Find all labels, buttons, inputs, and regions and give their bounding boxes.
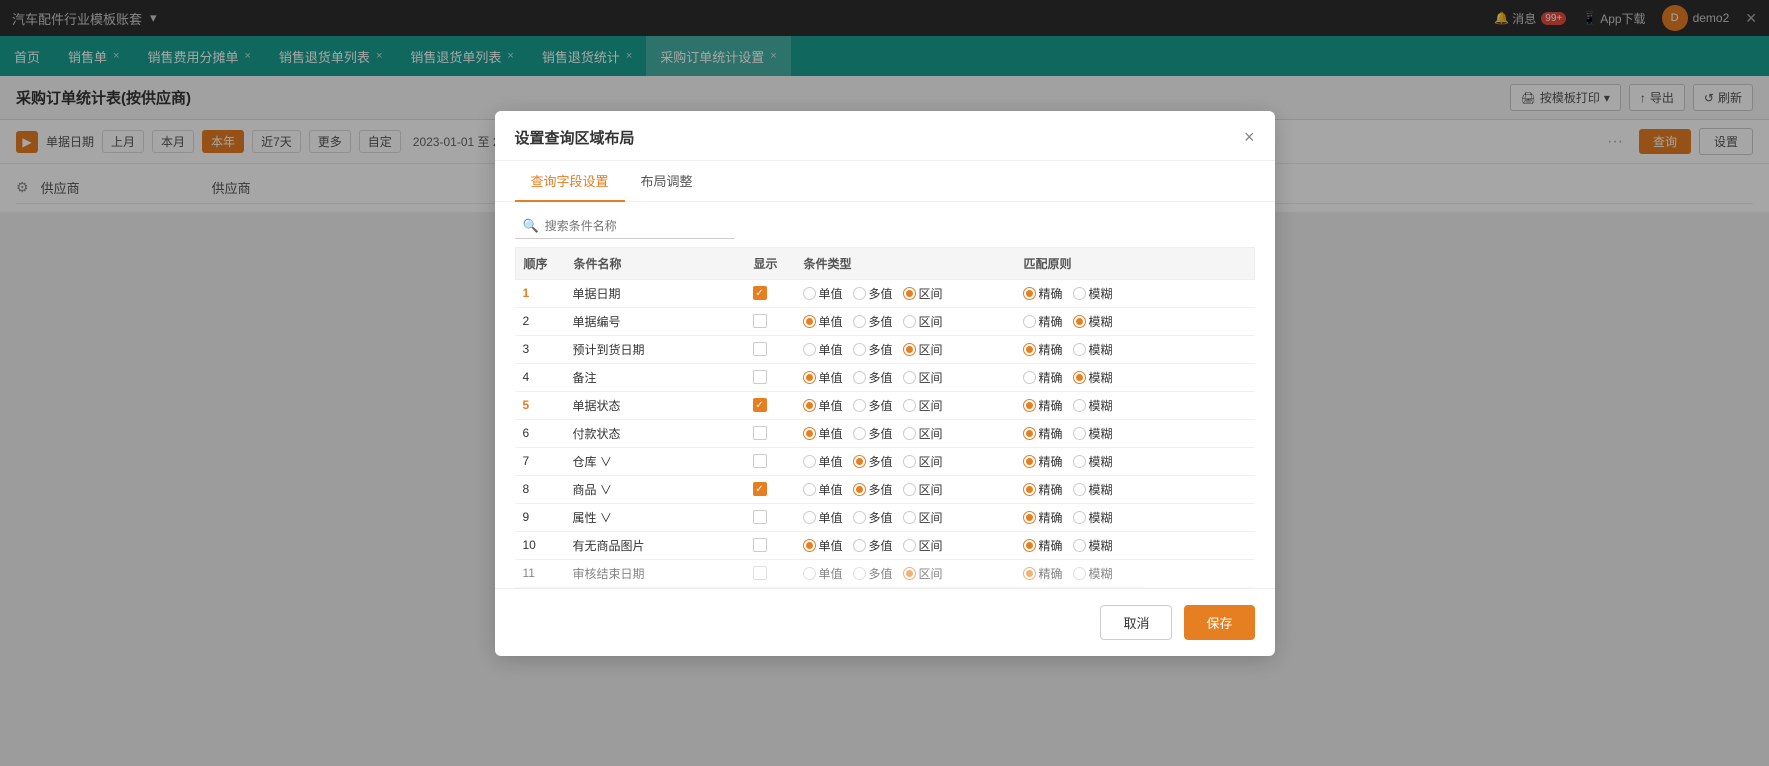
- settings-modal: 设置查询区域布局 × 查询字段设置 布局调整 🔍 顺序 条件名称: [495, 111, 1275, 656]
- display-checkbox-2[interactable]: [753, 314, 767, 328]
- radio-multi-1[interactable]: 多值: [853, 285, 893, 302]
- cond-type-2: 单值 多值 区间: [803, 313, 943, 330]
- table-row: 4 备注 单值 多值: [515, 364, 1255, 392]
- table-row: 1 单据日期 ✓ 单值 多值: [515, 280, 1255, 308]
- modal-header: 设置查询区域布局 ×: [495, 111, 1275, 161]
- display-checkbox-5[interactable]: ✓: [753, 398, 767, 412]
- cond-type-1: 单值 多值 区间: [803, 285, 943, 302]
- modal-footer: 取消 保存: [495, 588, 1275, 656]
- table-row: 7 仓库 ∨ 单值 多值: [515, 448, 1255, 476]
- table-row: 2 单据编号 单值 多值: [515, 308, 1255, 336]
- table-body: 1 单据日期 ✓ 单值 多值: [515, 280, 1255, 588]
- modal-title: 设置查询区域布局: [515, 127, 635, 148]
- tab-query-fields[interactable]: 查询字段设置: [515, 161, 625, 202]
- modal-overlay: 设置查询区域布局 × 查询字段设置 布局调整 🔍 顺序 条件名称: [0, 0, 1769, 766]
- display-checkbox-4[interactable]: [753, 370, 767, 384]
- radio-exact-1[interactable]: 精确: [1023, 285, 1063, 302]
- tab-layout-adjust[interactable]: 布局调整: [625, 161, 709, 202]
- match-rule-2: 精确 模糊: [1023, 313, 1113, 330]
- save-button[interactable]: 保存: [1184, 605, 1254, 640]
- display-checkbox-8[interactable]: ✓: [753, 482, 767, 496]
- match-rule-3: 精确 模糊: [1023, 341, 1113, 358]
- radio-fuzzy-2[interactable]: 模糊: [1073, 313, 1113, 330]
- table-head: 顺序 条件名称 显示 条件类型 匹配原则: [515, 247, 1255, 280]
- table-row: 8 商品 ∨ ✓ 单值 多值: [515, 476, 1255, 504]
- head-cond-name: 条件名称: [566, 255, 746, 272]
- table-row: 10 有无商品图片 单值 多值: [515, 532, 1255, 560]
- table-row: 9 属性 ∨ 单值 多值: [515, 504, 1255, 532]
- search-box: 🔍: [515, 214, 735, 239]
- table-row: 3 预计到货日期 单值 多值: [515, 336, 1255, 364]
- head-display: 显示: [746, 255, 796, 272]
- head-order: 顺序: [516, 255, 566, 272]
- modal-search-area: 🔍: [495, 202, 1275, 247]
- display-checkbox-11[interactable]: [753, 566, 767, 580]
- radio-exact-2[interactable]: 精确: [1023, 313, 1063, 330]
- radio-range-2[interactable]: 区间: [903, 313, 943, 330]
- head-cond-type: 条件类型: [796, 255, 1016, 272]
- search-input[interactable]: [545, 219, 725, 233]
- match-rule-1: 精确 模糊: [1023, 285, 1113, 302]
- cond-type-3: 单值 多值 区间: [803, 341, 943, 358]
- display-checkbox-1[interactable]: ✓: [753, 286, 767, 300]
- display-checkbox-9[interactable]: [753, 510, 767, 524]
- modal-close-button[interactable]: ×: [1244, 128, 1255, 146]
- display-checkbox-7[interactable]: [753, 454, 767, 468]
- radio-multi-2[interactable]: 多值: [853, 313, 893, 330]
- search-icon: 🔍: [523, 218, 539, 234]
- modal-table: 顺序 条件名称 显示 条件类型 匹配原则 1 单据日期 ✓: [495, 247, 1275, 588]
- table-row: 6 付款状态 单值 多值: [515, 420, 1255, 448]
- table-row: 5 单据状态 ✓ 单值 多值: [515, 392, 1255, 420]
- display-checkbox-10[interactable]: [753, 538, 767, 552]
- table-row: 11 审核结束日期 单值 多值: [515, 560, 1255, 588]
- radio-range-1[interactable]: 区间: [903, 285, 943, 302]
- radio-single-2[interactable]: 单值: [803, 313, 843, 330]
- display-checkbox-3[interactable]: [753, 342, 767, 356]
- radio-single-1[interactable]: 单值: [803, 285, 843, 302]
- radio-fuzzy-1[interactable]: 模糊: [1073, 285, 1113, 302]
- cancel-button[interactable]: 取消: [1100, 605, 1172, 640]
- display-checkbox-6[interactable]: [753, 426, 767, 440]
- head-match-rule: 匹配原则: [1016, 255, 1216, 272]
- modal-tabs: 查询字段设置 布局调整: [495, 161, 1275, 202]
